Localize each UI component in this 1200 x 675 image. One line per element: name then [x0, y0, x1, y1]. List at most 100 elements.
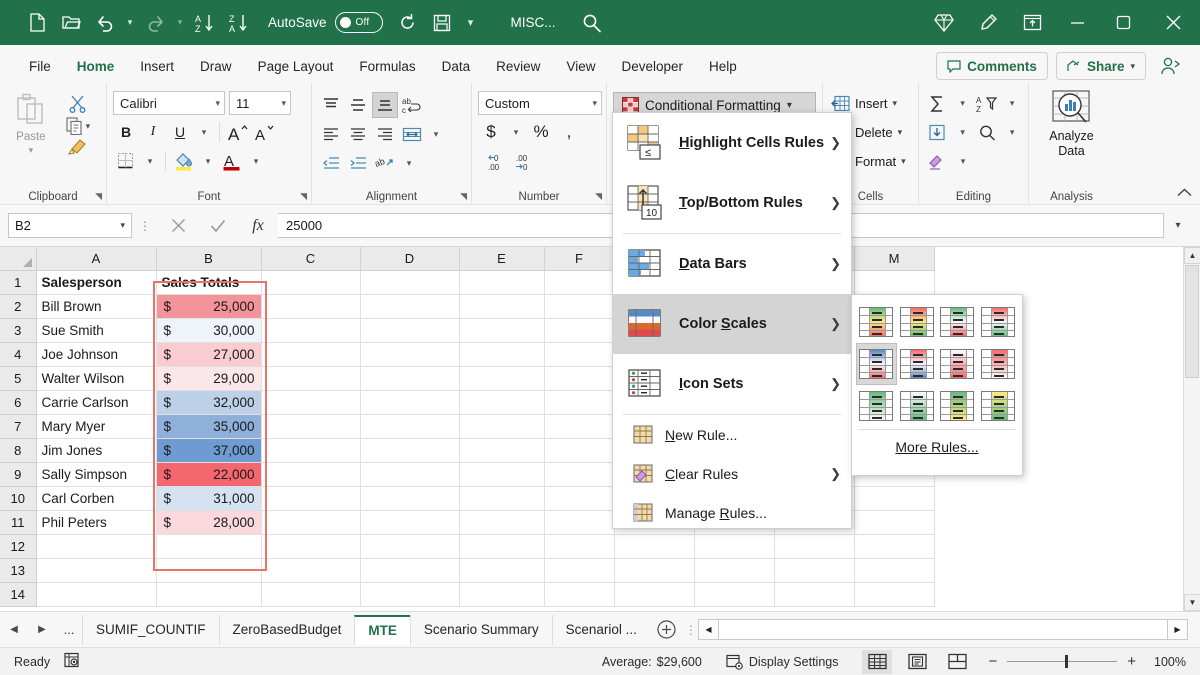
- minimize-icon[interactable]: [1054, 0, 1100, 45]
- percent-format-button[interactable]: %: [528, 119, 554, 145]
- zoom-in-button[interactable]: +: [1127, 653, 1136, 670]
- insert-function-icon[interactable]: fx: [238, 213, 278, 238]
- paste-caret-icon[interactable]: ▾: [29, 145, 34, 156]
- normal-view-icon[interactable]: [862, 650, 892, 674]
- average-status[interactable]: Average: $29,600: [602, 655, 702, 669]
- cell-k13[interactable]: [694, 558, 774, 582]
- insert-caret-icon[interactable]: ▾: [893, 98, 898, 109]
- cell-j14[interactable]: [614, 582, 694, 606]
- cell-l12[interactable]: [774, 534, 854, 558]
- cell-f6[interactable]: [544, 390, 614, 414]
- cell-e6[interactable]: [459, 390, 544, 414]
- tab-review[interactable]: Review: [483, 51, 553, 83]
- cell-e7[interactable]: [459, 414, 544, 438]
- decrease-decimal-button[interactable]: .000: [512, 149, 538, 175]
- wrap-text-button[interactable]: abc: [399, 92, 425, 118]
- cell-b1[interactable]: Sales Totals: [156, 270, 261, 294]
- cell-d11[interactable]: [360, 510, 459, 534]
- merge-caret-icon[interactable]: ▾: [426, 121, 446, 147]
- color-scale-blue-white-red[interactable]: [856, 343, 897, 385]
- cell-m11[interactable]: [854, 510, 934, 534]
- new-document-icon[interactable]: [20, 7, 54, 39]
- cell-b10[interactable]: $31,000: [156, 486, 261, 510]
- font-size-caret-icon[interactable]: ▾: [275, 98, 286, 109]
- cell-a11[interactable]: Phil Peters: [36, 510, 156, 534]
- comments-button[interactable]: Comments: [936, 52, 1048, 80]
- cell-d2[interactable]: [360, 294, 459, 318]
- font-color-button[interactable]: A: [219, 148, 245, 174]
- menu-item-top-bottom-rules[interactable]: 10 Top/Bottom Rules ❯: [613, 173, 851, 233]
- cell-c11[interactable]: [261, 510, 360, 534]
- close-icon[interactable]: [1146, 0, 1200, 45]
- check-icon[interactable]: [198, 213, 238, 238]
- cell-a9[interactable]: Sally Simpson: [36, 462, 156, 486]
- cell-d4[interactable]: [360, 342, 459, 366]
- conditional-formatting-caret-icon[interactable]: ▾: [787, 100, 792, 111]
- cell-e9[interactable]: [459, 462, 544, 486]
- tab-split-handle[interactable]: ⋮: [684, 623, 698, 637]
- cut-button[interactable]: [69, 95, 86, 113]
- cell-m1[interactable]: [854, 270, 934, 294]
- cell-d12[interactable]: [360, 534, 459, 558]
- cell-d13[interactable]: [360, 558, 459, 582]
- cell-d9[interactable]: [360, 462, 459, 486]
- display-settings-button[interactable]: Display Settings: [726, 654, 839, 670]
- row-header-6[interactable]: 6: [0, 390, 36, 414]
- collapse-ribbon-icon[interactable]: [1177, 188, 1192, 200]
- color-scale-yellow-green[interactable]: [978, 385, 1019, 427]
- cell-m13[interactable]: [854, 558, 934, 582]
- cell-d14[interactable]: [360, 582, 459, 606]
- orientation-button[interactable]: ab: [372, 150, 398, 176]
- align-top-button[interactable]: [318, 92, 344, 118]
- cell-c7[interactable]: [261, 414, 360, 438]
- cell-e5[interactable]: [459, 366, 544, 390]
- font-color-caret-icon[interactable]: ▾: [246, 148, 266, 174]
- cell-e14[interactable]: [459, 582, 544, 606]
- row-header-3[interactable]: 3: [0, 318, 36, 342]
- cell-d3[interactable]: [360, 318, 459, 342]
- color-scale-white-green[interactable]: [897, 385, 938, 427]
- menu-item-clear-rules[interactable]: Clear Rules ❯: [613, 454, 851, 493]
- cell-f10[interactable]: [544, 486, 614, 510]
- delete-caret-icon[interactable]: ▾: [898, 127, 903, 138]
- menu-item-data-bars[interactable]: Data Bars ❯: [613, 234, 851, 294]
- increase-decimal-button[interactable]: 0.00: [484, 149, 510, 175]
- row-header-8[interactable]: 8: [0, 438, 36, 462]
- currency-format-button[interactable]: $: [478, 119, 504, 145]
- analyze-data-button[interactable]: Analyze Data: [1049, 89, 1093, 159]
- tab-page-layout[interactable]: Page Layout: [245, 51, 347, 83]
- column-header-d[interactable]: D: [360, 247, 459, 270]
- cell-b2[interactable]: $25,000: [156, 294, 261, 318]
- cell-l13[interactable]: [774, 558, 854, 582]
- clear-caret-icon[interactable]: ▾: [953, 149, 973, 175]
- clear-button[interactable]: [925, 149, 951, 175]
- search-icon[interactable]: [582, 13, 602, 33]
- cell-b12[interactable]: [156, 534, 261, 558]
- align-right-button[interactable]: [372, 121, 398, 147]
- cell-l14[interactable]: [774, 582, 854, 606]
- zoom-slider[interactable]: [1007, 661, 1117, 662]
- scroll-left-icon[interactable]: ◀: [698, 619, 719, 640]
- tab-data[interactable]: Data: [429, 51, 484, 83]
- diamond-icon[interactable]: [922, 0, 966, 45]
- cell-b5[interactable]: $29,000: [156, 366, 261, 390]
- cell-c6[interactable]: [261, 390, 360, 414]
- cell-f13[interactable]: [544, 558, 614, 582]
- align-bottom-button[interactable]: [372, 92, 398, 118]
- row-header-9[interactable]: 9: [0, 462, 36, 486]
- cell-f2[interactable]: [544, 294, 614, 318]
- tab-developer[interactable]: Developer: [608, 51, 696, 83]
- cell-d7[interactable]: [360, 414, 459, 438]
- cell-a4[interactable]: Joe Johnson: [36, 342, 156, 366]
- fill-color-caret-icon[interactable]: ▾: [198, 148, 218, 174]
- cell-c3[interactable]: [261, 318, 360, 342]
- cell-e3[interactable]: [459, 318, 544, 342]
- autosave-control[interactable]: AutoSave Off: [268, 12, 383, 33]
- format-painter-button[interactable]: [68, 139, 87, 156]
- name-box-caret-icon[interactable]: ▾: [120, 220, 125, 231]
- bold-button[interactable]: B: [113, 119, 139, 145]
- column-header-c[interactable]: C: [261, 247, 360, 270]
- cell-d5[interactable]: [360, 366, 459, 390]
- formula-bar-drag-handle[interactable]: ⋮: [132, 219, 158, 233]
- cell-f7[interactable]: [544, 414, 614, 438]
